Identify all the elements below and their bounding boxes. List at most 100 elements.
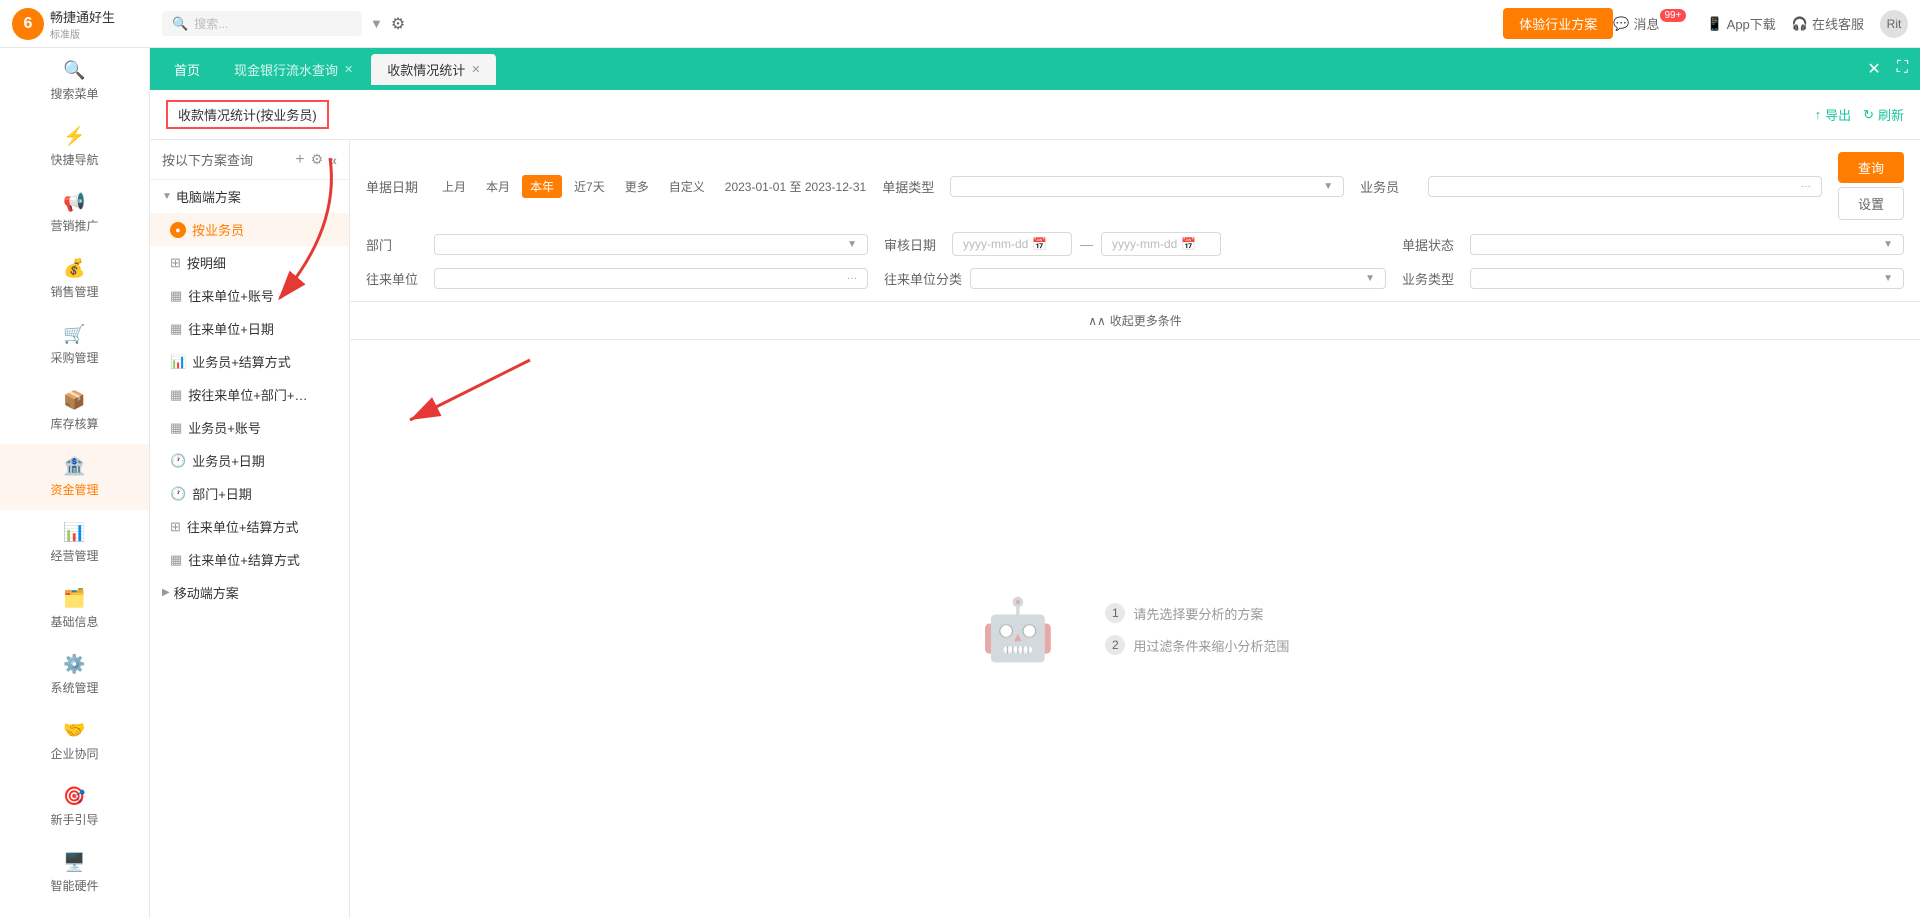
export-button[interactable]: ↑ 导出: [1815, 105, 1852, 124]
gear-icon[interactable]: ⚙: [391, 14, 405, 34]
doc-status-arrow: ▼: [1883, 239, 1893, 250]
hint-num-1: 1: [1105, 603, 1125, 623]
search-placeholder: 搜索...: [194, 15, 228, 32]
sidebar-item-operation[interactable]: 📊 经营管理: [0, 510, 149, 576]
message-icon: 💬: [1613, 16, 1629, 32]
panel-collapse-button[interactable]: «: [329, 152, 337, 168]
sidebar-item-finance[interactable]: 🏦 资金管理: [0, 444, 149, 510]
tab-home[interactable]: 首页: [158, 54, 216, 85]
collapse-label: 收起更多条件: [1110, 312, 1182, 329]
tree-arrow-down: ▼: [162, 191, 172, 202]
tree-item-salesman-date[interactable]: 🕐 业务员+日期: [150, 444, 349, 477]
service-icon: 🎧: [1792, 16, 1808, 32]
tree-item-unit-payment1[interactable]: ⊞ 往来单位+结算方式: [150, 510, 349, 543]
sidebar-item-basic[interactable]: 🗂️ 基础信息: [0, 576, 149, 642]
salesman-select[interactable]: ···: [1428, 176, 1822, 197]
empty-content: 🤖 1 请先选择要分析的方案 2 用过滤条件来缩小分析范围: [981, 594, 1290, 665]
tree-item-unit-dept[interactable]: ▦ 按往来单位+部门+收...: [150, 378, 349, 411]
search-box[interactable]: 🔍 搜索...: [162, 11, 362, 36]
system-icon: ⚙️: [63, 654, 85, 675]
date-tab-7days[interactable]: 近7天: [566, 175, 613, 198]
tree-item-salesman-payment[interactable]: 📊 业务员+结算方式: [150, 345, 349, 378]
tree-parent-mobile[interactable]: ▶ 移动端方案: [150, 576, 349, 609]
doc-status-select[interactable]: ▼: [1470, 234, 1904, 255]
tab-bar-controls: ✕ ⛶: [1863, 55, 1912, 83]
page-title-box: 收款情况统计(按业务员): [166, 100, 329, 129]
message-button[interactable]: 💬 消息 99+: [1613, 14, 1690, 33]
collapse-icon: ∧∧: [1088, 314, 1106, 328]
hint-item-2: 2 用过滤条件来缩小分析范围: [1105, 635, 1289, 655]
tab-bank[interactable]: 现金银行流水查询 ✕: [218, 54, 369, 85]
sidebar-item-wechat[interactable]: 💬 企业微信: [0, 906, 149, 918]
sidebar-item-hardware[interactable]: 🖥️ 智能硬件: [0, 840, 149, 906]
tree-item-unit-dept-label: 按往来单位+部门+收...: [188, 385, 318, 404]
sidebar-item-search[interactable]: 🔍 搜索菜单: [0, 48, 149, 114]
doc-type-select[interactable]: ▼: [950, 176, 1344, 197]
unit-account-icon: ▦: [170, 288, 182, 304]
panel-header-label: 按以下方案查询: [162, 150, 253, 169]
tree-parent-desktop[interactable]: ▼ 电脑端方案: [150, 180, 349, 213]
query-button[interactable]: 查询: [1838, 152, 1904, 183]
sidebar-item-inventory[interactable]: 📦 库存核算: [0, 378, 149, 444]
partner-category-label: 往来单位分类: [884, 269, 962, 288]
partner-category-select[interactable]: ▼: [970, 268, 1386, 289]
sales-icon: 💰: [63, 258, 85, 279]
tree-item-unit-account[interactable]: ▦ 往来单位+账号: [150, 279, 349, 312]
scheme-settings-icon[interactable]: ⚙: [311, 151, 324, 168]
date-tab-more[interactable]: 更多: [617, 175, 657, 198]
tab-maximize[interactable]: ⛶: [1893, 55, 1912, 83]
search-row-2: 部门 ▼ 审核日期 yyyy-mm-dd 📅: [366, 232, 1904, 256]
header-search-area: 🔍 搜索... ▼ ⚙: [162, 11, 1503, 36]
tab-receipt-close[interactable]: ✕: [471, 63, 480, 76]
detail-icon: ⊞: [170, 255, 181, 271]
tree-item-dept-date[interactable]: 🕐 部门+日期: [150, 477, 349, 510]
hint-text-2: 用过滤条件来缩小分析范围: [1133, 636, 1289, 655]
tab-bar: 首页 现金银行流水查询 ✕ 收款情况统计 ✕ ✕ ⛶: [150, 48, 1920, 90]
sidebar-label-purchase: 采购管理: [50, 349, 98, 366]
dept-date-icon: 🕐: [170, 486, 186, 502]
user-avatar[interactable]: Rit: [1880, 10, 1908, 38]
tab-close-all[interactable]: ✕: [1863, 55, 1884, 83]
hardware-icon: 🖥️: [63, 852, 85, 873]
search-panel: 单据日期 上月 本月 本年 近7天 更多 自定义 2023-01-01: [350, 140, 1920, 302]
review-date-from[interactable]: yyyy-mm-dd 📅: [952, 232, 1072, 256]
date-tab-this-year[interactable]: 本年: [522, 175, 562, 198]
date-tab-this-month[interactable]: 本月: [478, 175, 518, 198]
date-label: 单据日期: [366, 177, 426, 196]
trial-button[interactable]: 体验行业方案: [1503, 8, 1613, 39]
collapse-bar[interactable]: ∧∧ 收起更多条件: [350, 302, 1920, 340]
tree-item-salesman-account[interactable]: ▦ 业务员+账号: [150, 411, 349, 444]
date-tab-last-month[interactable]: 上月: [434, 175, 474, 198]
review-date-to[interactable]: yyyy-mm-dd 📅: [1101, 232, 1221, 256]
add-scheme-button[interactable]: +: [295, 151, 304, 169]
settings-button[interactable]: 设置: [1838, 187, 1904, 220]
refresh-button[interactable]: ↻ 刷新: [1863, 105, 1904, 124]
dropdown-icon[interactable]: ▼: [370, 16, 383, 31]
refresh-icon: ↻: [1863, 107, 1874, 123]
tree-item-salesman[interactable]: ● 按业务员: [150, 213, 349, 246]
tree-item-unit-date-label: 往来单位+日期: [188, 319, 274, 338]
sidebar-item-purchase[interactable]: 🛒 采购管理: [0, 312, 149, 378]
tree-item-unit-date[interactable]: ▦ 往来单位+日期: [150, 312, 349, 345]
tree-item-detail[interactable]: ⊞ 按明细: [150, 246, 349, 279]
sidebar-item-quick[interactable]: ⚡ 快捷导航: [0, 114, 149, 180]
tab-bank-close[interactable]: ✕: [344, 63, 353, 76]
dept-select[interactable]: ▼: [434, 234, 868, 255]
tree-item-unit-account-label: 往来单位+账号: [188, 286, 274, 305]
online-service-button[interactable]: 🎧 在线客服: [1792, 14, 1864, 33]
tree-item-unit-payment2[interactable]: ▦ 往来单位+结算方式: [150, 543, 349, 576]
sidebar-item-guide[interactable]: 🎯 新手引导: [0, 774, 149, 840]
app-download-button[interactable]: 📱 App下载: [1706, 14, 1775, 33]
dept-arrow: ▼: [847, 239, 857, 250]
partner-select[interactable]: ···: [434, 268, 868, 289]
partner-category-arrow: ▼: [1365, 273, 1375, 284]
sidebar-item-system[interactable]: ⚙️ 系统管理: [0, 642, 149, 708]
date-tab-custom[interactable]: 自定义: [661, 175, 713, 198]
biz-type-select[interactable]: ▼: [1470, 268, 1904, 289]
dept-label: 部门: [366, 235, 426, 254]
sidebar-item-sales[interactable]: 💰 销售管理: [0, 246, 149, 312]
tab-receipt[interactable]: 收款情况统计 ✕: [371, 54, 496, 85]
robot-illustration: 🤖: [981, 594, 1056, 665]
sidebar-item-marketing[interactable]: 📢 营销推广: [0, 180, 149, 246]
sidebar-item-enterprise[interactable]: 🤝 企业协同: [0, 708, 149, 774]
